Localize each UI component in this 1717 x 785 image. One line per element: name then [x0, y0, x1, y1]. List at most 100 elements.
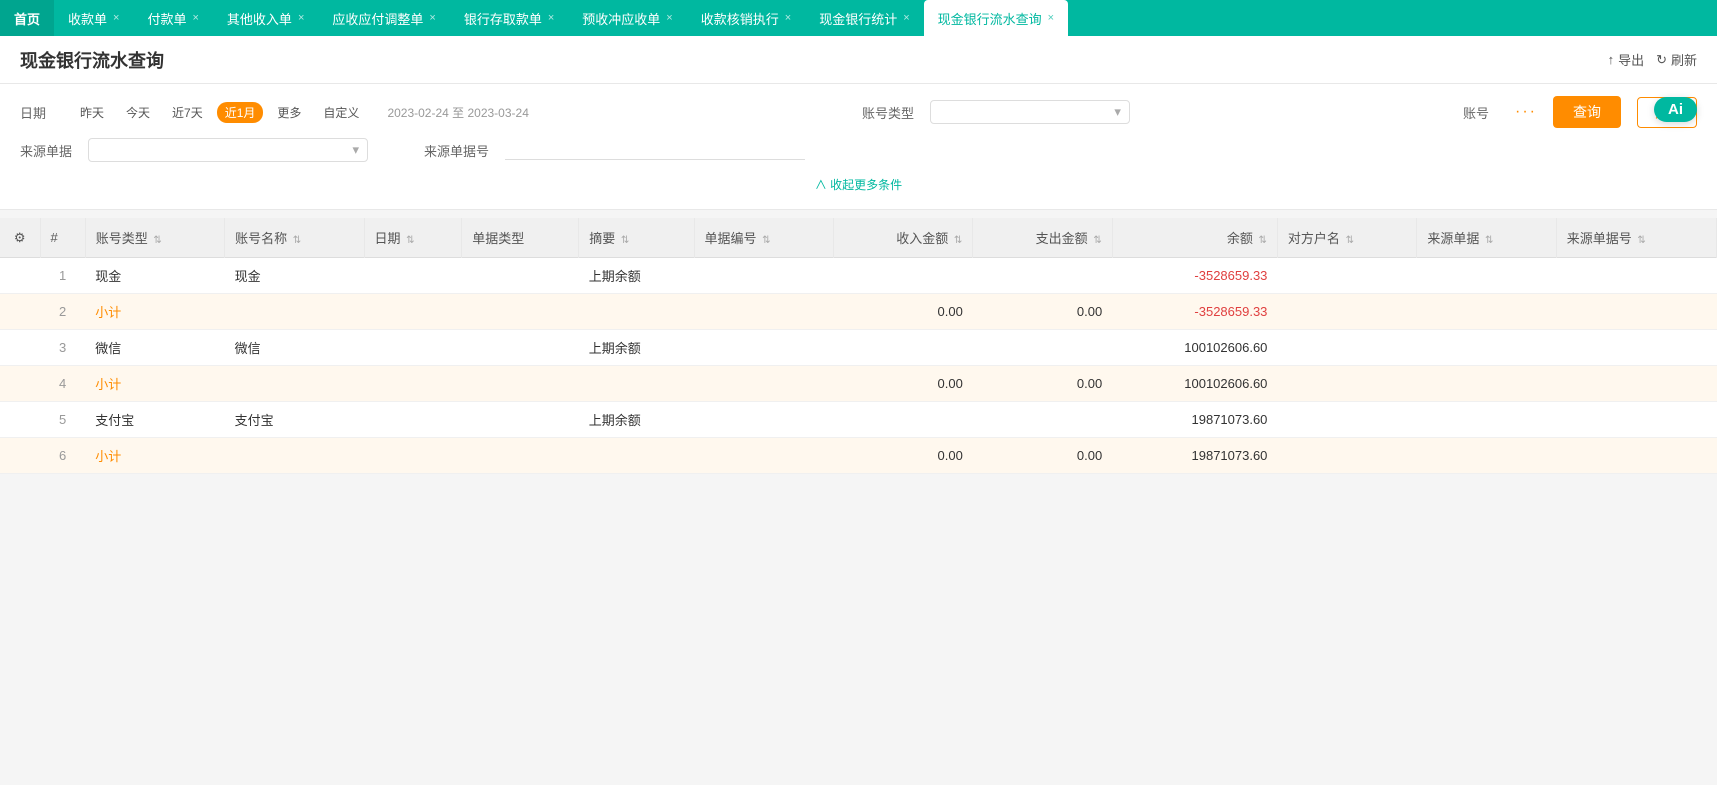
row-doc-num — [694, 258, 833, 294]
nav-cash-stats[interactable]: 现金银行统计 × — [805, 0, 923, 36]
source-doc-arrow: ▾ — [352, 142, 359, 158]
nav-bank-deposit[interactable]: 银行存取款单 × — [450, 0, 568, 36]
col-income[interactable]: 收入金额 ⇅ — [833, 218, 972, 258]
table-container: ⚙ # 账号类型 ⇅ 账号名称 ⇅ 日期 ⇅ 单据类型 — [0, 218, 1717, 474]
settings-icon[interactable]: ⚙ — [14, 230, 26, 245]
col-doc-type: 单据类型 — [462, 218, 579, 258]
date-options: 昨天 今天 近7天 近1月 更多 自定义 — [72, 102, 367, 123]
date-opt-today[interactable]: 今天 — [118, 102, 158, 123]
row-account-name — [225, 366, 364, 402]
nav-collection[interactable]: 收款核销执行 × — [687, 0, 805, 36]
col-counterpart[interactable]: 对方户名 ⇅ — [1277, 218, 1416, 258]
row-doc-type — [462, 330, 579, 366]
nav-cash-flow[interactable]: 现金银行流水查询 × — [924, 0, 1068, 36]
col-date-label: 日期 — [375, 231, 401, 246]
collapse-bar[interactable]: ∧ 收起更多条件 — [20, 172, 1697, 201]
source-doc-num-input[interactable] — [505, 140, 805, 160]
col-settings[interactable]: ⚙ — [0, 218, 40, 258]
account-dots-button[interactable]: ··· — [1515, 103, 1537, 121]
row-doc-type — [462, 294, 579, 330]
col-expense[interactable]: 支出金额 ⇅ — [973, 218, 1112, 258]
nav-payments-close[interactable]: × — [192, 12, 198, 24]
nav-cash-stats-close[interactable]: × — [903, 12, 909, 24]
col-summary[interactable]: 摘要 ⇅ — [579, 218, 694, 258]
nav-receipts-label: 收款单 — [68, 9, 107, 28]
date-opt-1month[interactable]: 近1月 — [217, 102, 264, 123]
account-label: 账号 — [1463, 103, 1499, 122]
col-date[interactable]: 日期 ⇅ — [364, 218, 462, 258]
col-account-name[interactable]: 账号名称 ⇅ — [225, 218, 364, 258]
row-index: 3 — [40, 330, 85, 366]
row-account-type: 微信 — [85, 330, 224, 366]
row-counterpart — [1277, 330, 1416, 366]
export-button[interactable]: ↑ 导出 — [1608, 50, 1645, 69]
sort-date-icon: ⇅ — [406, 235, 414, 246]
col-source-doc[interactable]: 来源单据 ⇅ — [1417, 218, 1556, 258]
row-doc-num — [694, 294, 833, 330]
nav-payments[interactable]: 付款单 × — [133, 0, 212, 36]
table-row: 3 微信 微信 上期余额 100102606.60 — [0, 330, 1717, 366]
nav-advance-label: 预收冲应收单 — [582, 9, 660, 28]
date-opt-yesterday[interactable]: 昨天 — [72, 102, 112, 123]
nav-other-income[interactable]: 其他收入单 × — [213, 0, 318, 36]
row-source-doc — [1417, 258, 1556, 294]
nav-receipts-close[interactable]: × — [113, 12, 119, 24]
nav-ar-ap-adj[interactable]: 应收应付调整单 × — [318, 0, 449, 36]
row-summary: 上期余额 — [579, 402, 694, 438]
sort-account-name-icon: ⇅ — [293, 235, 301, 246]
row-account-name — [225, 438, 364, 474]
row-expense: 0.00 — [973, 366, 1112, 402]
nav-collection-close[interactable]: × — [785, 12, 791, 24]
export-icon: ↑ — [1608, 52, 1615, 67]
source-doc-num-label: 来源单据号 — [424, 141, 489, 160]
col-account-type[interactable]: 账号类型 ⇅ — [85, 218, 224, 258]
ai-badge[interactable]: Ai — [1654, 97, 1697, 122]
refresh-button[interactable]: ↻ 刷新 — [1656, 50, 1697, 69]
row-account-type: 支付宝 — [85, 402, 224, 438]
table-row: 6 小计 0.00 0.00 19871073.60 — [0, 438, 1717, 474]
nav-collection-label: 收款核销执行 — [701, 9, 779, 28]
col-doc-num-label: 单据编号 — [705, 231, 757, 246]
row-summary — [579, 294, 694, 330]
nav-receipts[interactable]: 收款单 × — [54, 0, 133, 36]
filter-row-2: 来源单据 ▾ 来源单据号 — [20, 138, 1697, 162]
row-source-doc — [1417, 330, 1556, 366]
col-source-doc-num[interactable]: 来源单据号 ⇅ — [1556, 218, 1716, 258]
source-doc-select[interactable]: ▾ — [88, 138, 368, 162]
row-source-doc — [1417, 438, 1556, 474]
refresh-label: 刷新 — [1671, 50, 1697, 69]
row-doc-type — [462, 258, 579, 294]
row-counterpart — [1277, 438, 1416, 474]
row-settings — [0, 294, 40, 330]
row-source-doc — [1417, 294, 1556, 330]
row-account-type: 现金 — [85, 258, 224, 294]
date-opt-more[interactable]: 更多 — [269, 102, 309, 123]
row-expense: 0.00 — [973, 438, 1112, 474]
col-balance[interactable]: 余额 ⇅ — [1112, 218, 1277, 258]
sort-counterpart-icon: ⇅ — [1346, 235, 1354, 246]
row-date — [364, 402, 462, 438]
row-source-doc-num — [1556, 402, 1716, 438]
nav-bank-deposit-close[interactable]: × — [548, 12, 554, 24]
row-balance: 19871073.60 — [1112, 402, 1277, 438]
account-type-select[interactable]: ▾ — [930, 100, 1130, 124]
row-balance: -3528659.33 — [1112, 294, 1277, 330]
query-button[interactable]: 查询 — [1553, 96, 1621, 128]
nav-cash-flow-close[interactable]: × — [1048, 12, 1054, 24]
date-opt-7days[interactable]: 近7天 — [164, 102, 211, 123]
row-doc-num — [694, 330, 833, 366]
col-doc-num[interactable]: 单据编号 ⇅ — [694, 218, 833, 258]
row-income — [833, 402, 972, 438]
data-table: ⚙ # 账号类型 ⇅ 账号名称 ⇅ 日期 ⇅ 单据类型 — [0, 218, 1717, 474]
nav-other-income-close[interactable]: × — [298, 12, 304, 24]
row-source-doc-num — [1556, 258, 1716, 294]
nav-advance-close[interactable]: × — [666, 12, 672, 24]
row-summary: 上期余额 — [579, 330, 694, 366]
nav-ar-ap-adj-close[interactable]: × — [429, 12, 435, 24]
row-account-type: 小计 — [85, 438, 224, 474]
row-account-name — [225, 294, 364, 330]
nav-home[interactable]: 首页 — [0, 0, 54, 36]
row-source-doc-num — [1556, 438, 1716, 474]
nav-advance[interactable]: 预收冲应收单 × — [568, 0, 686, 36]
date-opt-custom[interactable]: 自定义 — [315, 102, 367, 123]
